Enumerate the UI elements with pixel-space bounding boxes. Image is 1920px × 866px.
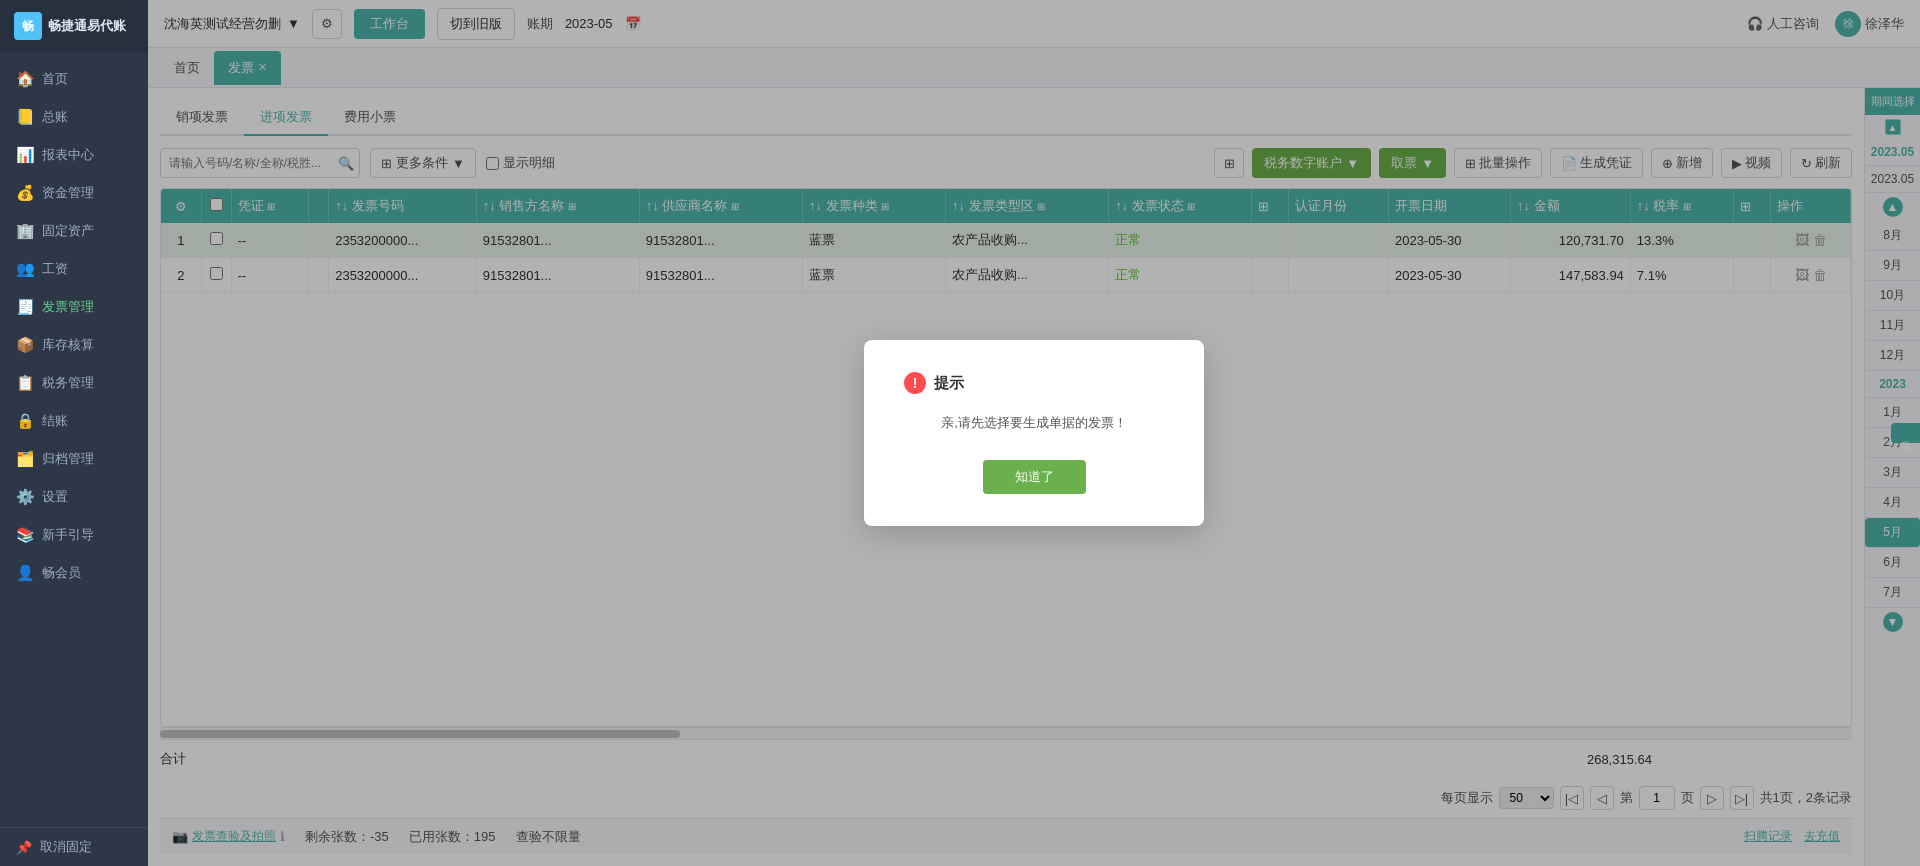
- pin-icon: 📌: [16, 840, 32, 855]
- app-logo-text: 畅捷通易代账: [48, 17, 126, 35]
- sidebar-label-inventory: 库存核算: [42, 336, 94, 354]
- sidebar-logo: 畅 畅捷通易代账: [0, 0, 148, 52]
- sidebar-label-member: 畅会员: [42, 564, 81, 582]
- sidebar-item-tax[interactable]: 📋 税务管理: [0, 364, 148, 402]
- payroll-icon: 👥: [16, 260, 34, 278]
- sidebar-item-settings[interactable]: ⚙️ 设置: [0, 478, 148, 516]
- cancel-pin-btn[interactable]: 📌 取消固定: [0, 827, 148, 866]
- home-icon: 🏠: [16, 70, 34, 88]
- sidebar-item-reports[interactable]: 📊 报表中心: [0, 136, 148, 174]
- sidebar-item-ledger[interactable]: 📒 总账: [0, 98, 148, 136]
- sidebar-label-ledger: 总账: [42, 108, 68, 126]
- sidebar-label-closing: 结账: [42, 412, 68, 430]
- archive-icon: 🗂️: [16, 450, 34, 468]
- sidebar-item-fixed-assets[interactable]: 🏢 固定资产: [0, 212, 148, 250]
- main-content: 沈海英测试经营勿删 ▼ ⚙ 工作台 切到旧版 账期 2023-05 📅 🎧 人工…: [148, 0, 1920, 866]
- sidebar-item-home[interactable]: 🏠 首页: [0, 60, 148, 98]
- tax-icon: 📋: [16, 374, 34, 392]
- sidebar-item-guide[interactable]: 📚 新手引导: [0, 516, 148, 554]
- sidebar-item-invoice[interactable]: 🧾 发票管理: [0, 288, 148, 326]
- reports-icon: 📊: [16, 146, 34, 164]
- sidebar-item-member[interactable]: 👤 畅会员: [0, 554, 148, 592]
- member-icon: 👤: [16, 564, 34, 582]
- funds-icon: 💰: [16, 184, 34, 202]
- sidebar-label-settings: 设置: [42, 488, 68, 506]
- cancel-pin-label: 取消固定: [40, 838, 92, 856]
- sidebar-label-reports: 报表中心: [42, 146, 94, 164]
- modal-title: 提示: [934, 374, 964, 393]
- modal-confirm-button[interactable]: 知道了: [983, 460, 1086, 494]
- closing-icon: 🔒: [16, 412, 34, 430]
- sidebar-label-home: 首页: [42, 70, 68, 88]
- sidebar-label-guide: 新手引导: [42, 526, 94, 544]
- modal-overlay: ! 提示 亲,请先选择要生成单据的发票！ 知道了: [148, 0, 1920, 866]
- sidebar-label-tax: 税务管理: [42, 374, 94, 392]
- sidebar-item-funds[interactable]: 💰 资金管理: [0, 174, 148, 212]
- inventory-icon: 📦: [16, 336, 34, 354]
- fixed-assets-icon: 🏢: [16, 222, 34, 240]
- sidebar-nav: 🏠 首页 📒 总账 📊 报表中心 💰 资金管理 🏢 固定资产 👥 工资 🧾 发票…: [0, 52, 148, 827]
- ledger-icon: 📒: [16, 108, 34, 126]
- modal-warning-icon: !: [904, 372, 926, 394]
- sidebar-item-closing[interactable]: 🔒 结账: [0, 402, 148, 440]
- sidebar-label-payroll: 工资: [42, 260, 68, 278]
- modal-title-row: ! 提示: [904, 372, 1164, 394]
- sidebar-label-fixed-assets: 固定资产: [42, 222, 94, 240]
- sidebar-label-invoice: 发票管理: [42, 298, 94, 316]
- settings-icon: ⚙️: [16, 488, 34, 506]
- invoice-icon: 🧾: [16, 298, 34, 316]
- sidebar-label-archive: 归档管理: [42, 450, 94, 468]
- app-logo-icon: 畅: [14, 12, 42, 40]
- sidebar: 畅 畅捷通易代账 🏠 首页 📒 总账 📊 报表中心 💰 资金管理 🏢 固定资产 …: [0, 0, 148, 866]
- guide-icon: 📚: [16, 526, 34, 544]
- modal-message: 亲,请先选择要生成单据的发票！: [904, 414, 1164, 432]
- sidebar-item-inventory[interactable]: 📦 库存核算: [0, 326, 148, 364]
- sidebar-item-archive[interactable]: 🗂️ 归档管理: [0, 440, 148, 478]
- modal-box: ! 提示 亲,请先选择要生成单据的发票！ 知道了: [864, 340, 1204, 526]
- sidebar-item-payroll[interactable]: 👥 工资: [0, 250, 148, 288]
- sidebar-label-funds: 资金管理: [42, 184, 94, 202]
